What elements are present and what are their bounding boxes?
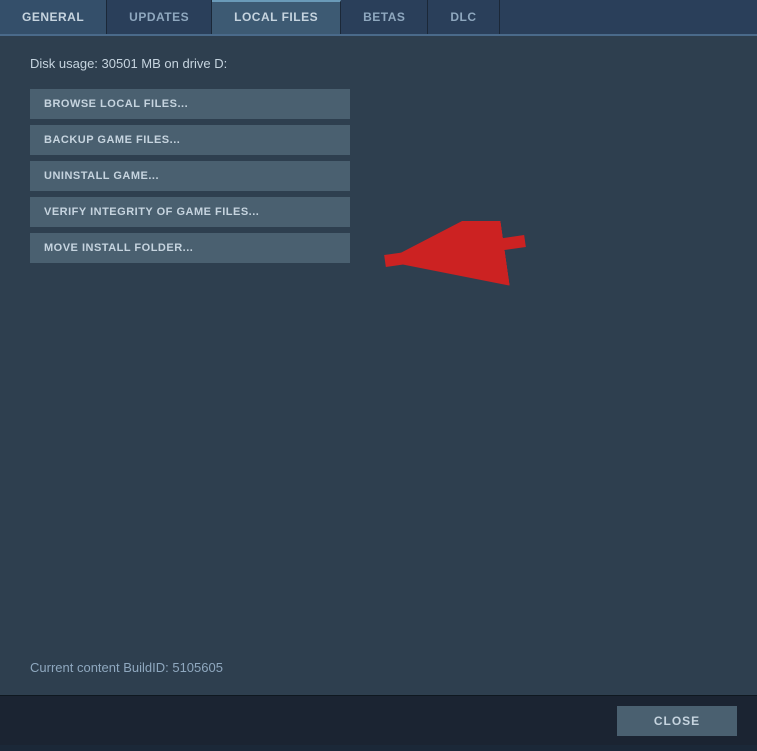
build-id-label: Current content BuildID: 5105605 bbox=[30, 660, 223, 675]
tab-local-files[interactable]: LOCAL FILES bbox=[212, 0, 341, 34]
tab-dlc[interactable]: DLC bbox=[428, 0, 499, 34]
browse-button[interactable]: BROWSE LOCAL FILES... bbox=[30, 89, 350, 119]
backup-button[interactable]: BACKUP GAME FILES... bbox=[30, 125, 350, 155]
uninstall-button[interactable]: UNINSTALL GAME... bbox=[30, 161, 350, 191]
buttons-container: BROWSE LOCAL FILES... BACKUP GAME FILES..… bbox=[30, 89, 727, 263]
disk-usage-label: Disk usage: 30501 MB on drive D: bbox=[30, 56, 727, 71]
tab-bar: GENERALUPDATESLOCAL FILESBETASDLC bbox=[0, 0, 757, 36]
tab-updates[interactable]: UPDATES bbox=[107, 0, 212, 34]
footer: CLOSE bbox=[0, 695, 757, 745]
close-button[interactable]: CLOSE bbox=[617, 706, 737, 736]
tab-general[interactable]: GENERAL bbox=[0, 0, 107, 34]
verify-button[interactable]: VERIFY INTEGRITY OF GAME FILES... bbox=[30, 197, 350, 227]
tab-betas[interactable]: BETAS bbox=[341, 0, 428, 34]
content-area: Disk usage: 30501 MB on drive D: BROWSE … bbox=[0, 36, 757, 695]
move-button[interactable]: MOVE INSTALL FOLDER... bbox=[30, 233, 350, 263]
